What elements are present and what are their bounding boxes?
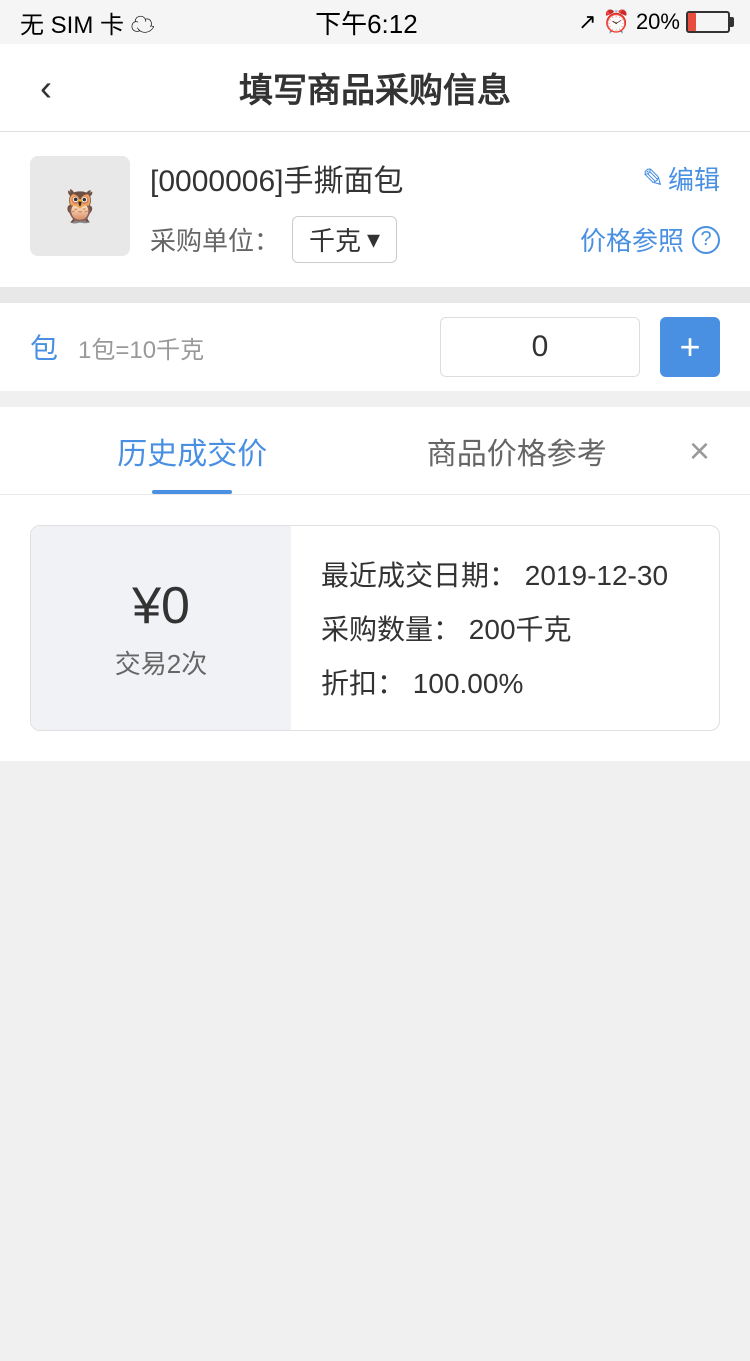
quantity-unit-label: 包 bbox=[30, 327, 58, 367]
question-icon: ? bbox=[692, 226, 720, 254]
back-button[interactable]: ‹ bbox=[30, 57, 62, 119]
discount-value: 100.00% bbox=[413, 668, 524, 699]
product-header: 🦉 [0000006]手撕面包 ✎ 编辑 采购单位： 千克 ▾ bbox=[30, 156, 720, 263]
product-thumbnail: 🦉 bbox=[30, 156, 130, 256]
recent-date-row: 最近成交日期： 2019-12-30 bbox=[321, 554, 689, 594]
card-trades-label: 交易2次 bbox=[115, 644, 207, 681]
tab-history-label: 历史成交价 bbox=[117, 429, 267, 473]
battery-percent: 20% bbox=[636, 9, 680, 35]
purchase-unit-left: 采购单位： 千克 ▾ bbox=[150, 216, 397, 263]
price-ref-label: 价格参照 bbox=[580, 221, 684, 258]
status-time: 下午6:12 bbox=[315, 4, 418, 41]
page-background bbox=[0, 761, 750, 1361]
tab-product-price-label: 商品价格参考 bbox=[427, 429, 607, 473]
edit-button[interactable]: ✎ 编辑 bbox=[642, 160, 720, 197]
tab-header: 历史成交价 商品价格参考 × bbox=[0, 407, 750, 495]
tab-panel: 历史成交价 商品价格参考 × ¥0 交易2次 最近成交日期： 2019-12-3… bbox=[0, 407, 750, 761]
purchase-qty-value: 200千克 bbox=[469, 614, 572, 645]
status-left: 无 SIM 卡 ☁ bbox=[20, 5, 155, 40]
price-ref-button[interactable]: 价格参照 ? bbox=[580, 221, 720, 258]
purchase-qty-label: 采购数量： bbox=[321, 614, 461, 645]
purchase-qty-row: 采购数量： 200千克 bbox=[321, 608, 689, 648]
quantity-input[interactable]: 0 bbox=[440, 317, 640, 377]
tab-product-price-ref[interactable]: 商品价格参考 bbox=[354, 407, 678, 494]
nav-bar: ‹ 填写商品采购信息 bbox=[0, 44, 750, 132]
quantity-row: 包 1包=10千克 0 + bbox=[0, 303, 750, 391]
card-details-section: 最近成交日期： 2019-12-30 采购数量： 200千克 折扣： 100.0… bbox=[291, 526, 719, 730]
product-section: 🦉 [0000006]手撕面包 ✎ 编辑 采购单位： 千克 ▾ bbox=[0, 132, 750, 287]
section-divider bbox=[0, 287, 750, 303]
recent-date-label: 最近成交日期： bbox=[321, 560, 517, 591]
alarm-icon: ⏰ bbox=[603, 9, 630, 35]
currency-symbol: ¥ bbox=[132, 577, 161, 635]
history-content: ¥0 交易2次 最近成交日期： 2019-12-30 采购数量： 200千克 折… bbox=[0, 495, 750, 761]
status-bar: 无 SIM 卡 ☁ 下午6:12 ↗ ⏰ 20% bbox=[0, 0, 750, 44]
purchase-unit-row: 采购单位： 千克 ▾ 价格参照 ? bbox=[150, 216, 720, 263]
unit-select[interactable]: 千克 ▾ bbox=[292, 216, 397, 263]
tab-history-price[interactable]: 历史成交价 bbox=[30, 407, 354, 494]
quantity-value: 0 bbox=[532, 330, 549, 364]
edit-icon: ✎ bbox=[642, 163, 664, 194]
history-card: ¥0 交易2次 最近成交日期： 2019-12-30 采购数量： 200千克 折… bbox=[30, 525, 720, 731]
battery-icon bbox=[686, 11, 730, 33]
sim-status: 无 SIM 卡 ☁ bbox=[20, 5, 155, 40]
unit-value: 千克 bbox=[309, 221, 361, 258]
recent-date-value: 2019-12-30 bbox=[525, 560, 668, 591]
discount-row: 折扣： 100.00% bbox=[321, 662, 689, 702]
product-name: [0000006]手撕面包 bbox=[150, 156, 403, 200]
quantity-plus-button[interactable]: + bbox=[660, 317, 720, 377]
card-price-value: ¥0 bbox=[132, 576, 190, 636]
location-icon: ↗ bbox=[578, 9, 596, 35]
quantity-note: 1包=10千克 bbox=[78, 330, 204, 365]
tab-close-button[interactable]: × bbox=[679, 420, 720, 482]
plus-icon: + bbox=[679, 326, 700, 368]
purchase-unit-label: 采购单位： bbox=[150, 221, 280, 258]
discount-label: 折扣： bbox=[321, 668, 405, 699]
product-title-row: [0000006]手撕面包 ✎ 编辑 bbox=[150, 156, 720, 200]
product-info: [0000006]手撕面包 ✎ 编辑 采购单位： 千克 ▾ 价格参照 ? bbox=[150, 156, 720, 263]
dropdown-arrow-icon: ▾ bbox=[367, 224, 380, 255]
price-amount: 0 bbox=[161, 577, 190, 635]
card-price-section: ¥0 交易2次 bbox=[31, 526, 291, 730]
page-title: 填写商品采购信息 bbox=[239, 63, 511, 112]
product-logo: 🦉 bbox=[60, 187, 100, 225]
status-right: ↗ ⏰ 20% bbox=[578, 9, 730, 35]
tab-active-indicator bbox=[152, 490, 232, 494]
